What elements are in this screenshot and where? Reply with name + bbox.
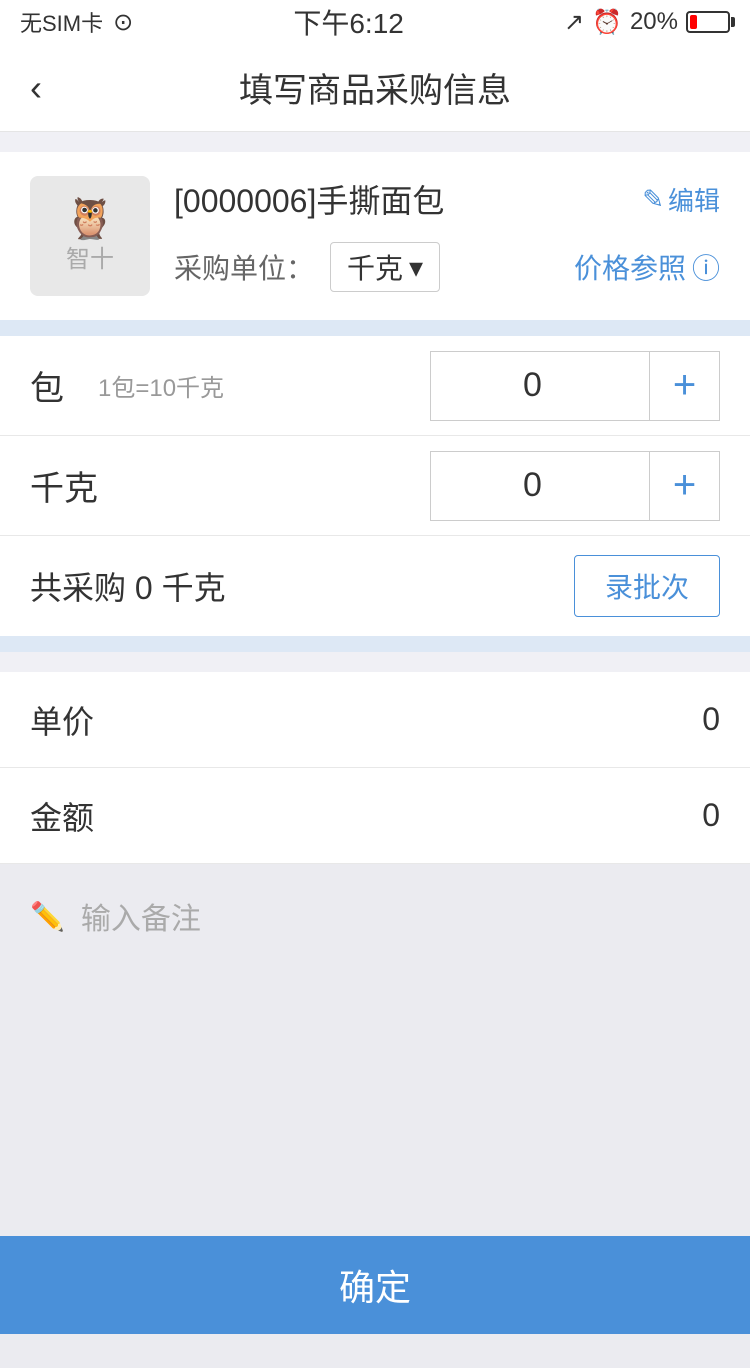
- wifi-icon: ⊙: [113, 8, 133, 37]
- unit-price-row: 单价 0: [0, 672, 750, 768]
- dropdown-icon: ▾: [409, 251, 423, 284]
- price-ref-button[interactable]: 价格参照 ⓘ: [574, 247, 720, 287]
- unit-select[interactable]: 千克 ▾: [330, 242, 440, 292]
- bag-section: 包 1包=10千克 +: [0, 336, 750, 436]
- status-right: ↗ ⏰ 20%: [564, 8, 730, 37]
- alarm-icon: ⏰: [592, 8, 622, 37]
- bag-quantity-input[interactable]: [430, 351, 650, 421]
- page-title: 填写商品采购信息: [239, 63, 511, 112]
- unit-value: 千克: [347, 247, 403, 287]
- bag-sublabel: 1包=10千克: [98, 368, 430, 403]
- price-section: 单价 0 金额 0: [0, 672, 750, 864]
- kg-label: 千克: [30, 461, 98, 510]
- note-section[interactable]: ✏️ 输入备注: [0, 864, 750, 968]
- nav-bar: ‹ 填写商品采购信息: [0, 44, 750, 132]
- product-logo-icon: 🦉: [65, 199, 115, 239]
- status-left: 无SIM卡 ⊙: [20, 6, 133, 38]
- kg-section: 千克 +: [0, 436, 750, 536]
- purchase-unit-label: 采购单位：: [174, 247, 314, 287]
- amount-label: 金额: [30, 793, 94, 839]
- location-icon: ↗: [564, 8, 584, 37]
- product-card: 🦉 智十 [0000006]手撕面包 ✎ 编辑 采购单位： 千克 ▾ 价格参照 …: [0, 152, 750, 320]
- kg-quantity-input[interactable]: [430, 451, 650, 521]
- edit-button[interactable]: ✎ 编辑: [642, 181, 720, 218]
- kg-input-row: 千克 +: [0, 436, 750, 536]
- status-bar: 无SIM卡 ⊙ 下午6:12 ↗ ⏰ 20%: [0, 0, 750, 44]
- summary-text: 共采购 0 千克: [30, 563, 226, 609]
- battery-percent: 20%: [630, 8, 678, 36]
- purchase-unit-row: 采购单位： 千克 ▾ 价格参照 ⓘ: [174, 242, 720, 292]
- product-full-name: [0000006]手撕面包: [174, 176, 444, 222]
- section-divider-2: [0, 636, 750, 652]
- bag-input-row: 包 1包=10千克 +: [0, 336, 750, 436]
- product-thumbnail: 🦉 智十: [30, 176, 150, 296]
- time-display: 下午6:12: [293, 2, 404, 42]
- back-button[interactable]: ‹: [30, 67, 42, 109]
- pencil-icon: ✏️: [30, 900, 65, 933]
- product-logo-text: 智十: [66, 239, 114, 274]
- note-placeholder: 输入备注: [81, 894, 201, 938]
- battery-indicator: [686, 11, 730, 33]
- summary-row: 共采购 0 千克 录批次: [0, 536, 750, 636]
- kg-input-control: +: [430, 451, 720, 521]
- unit-price-label: 单价: [30, 697, 94, 743]
- info-icon: ⓘ: [692, 247, 720, 287]
- unit-price-value: 0: [702, 701, 720, 738]
- product-name-row: [0000006]手撕面包 ✎ 编辑: [174, 176, 720, 222]
- section-divider-1: [0, 320, 750, 336]
- amount-value: 0: [702, 797, 720, 834]
- bag-plus-button[interactable]: +: [650, 351, 720, 421]
- kg-plus-button[interactable]: +: [650, 451, 720, 521]
- confirm-button[interactable]: 确定: [0, 1236, 750, 1334]
- edit-icon: ✎: [642, 184, 664, 215]
- bag-input-control: +: [430, 351, 720, 421]
- bag-label: 包: [30, 361, 90, 410]
- sim-label: 无SIM卡: [20, 6, 103, 38]
- record-batch-button[interactable]: 录批次: [574, 555, 720, 617]
- amount-row: 金额 0: [0, 768, 750, 864]
- product-info: [0000006]手撕面包 ✎ 编辑 采购单位： 千克 ▾ 价格参照 ⓘ: [174, 176, 720, 292]
